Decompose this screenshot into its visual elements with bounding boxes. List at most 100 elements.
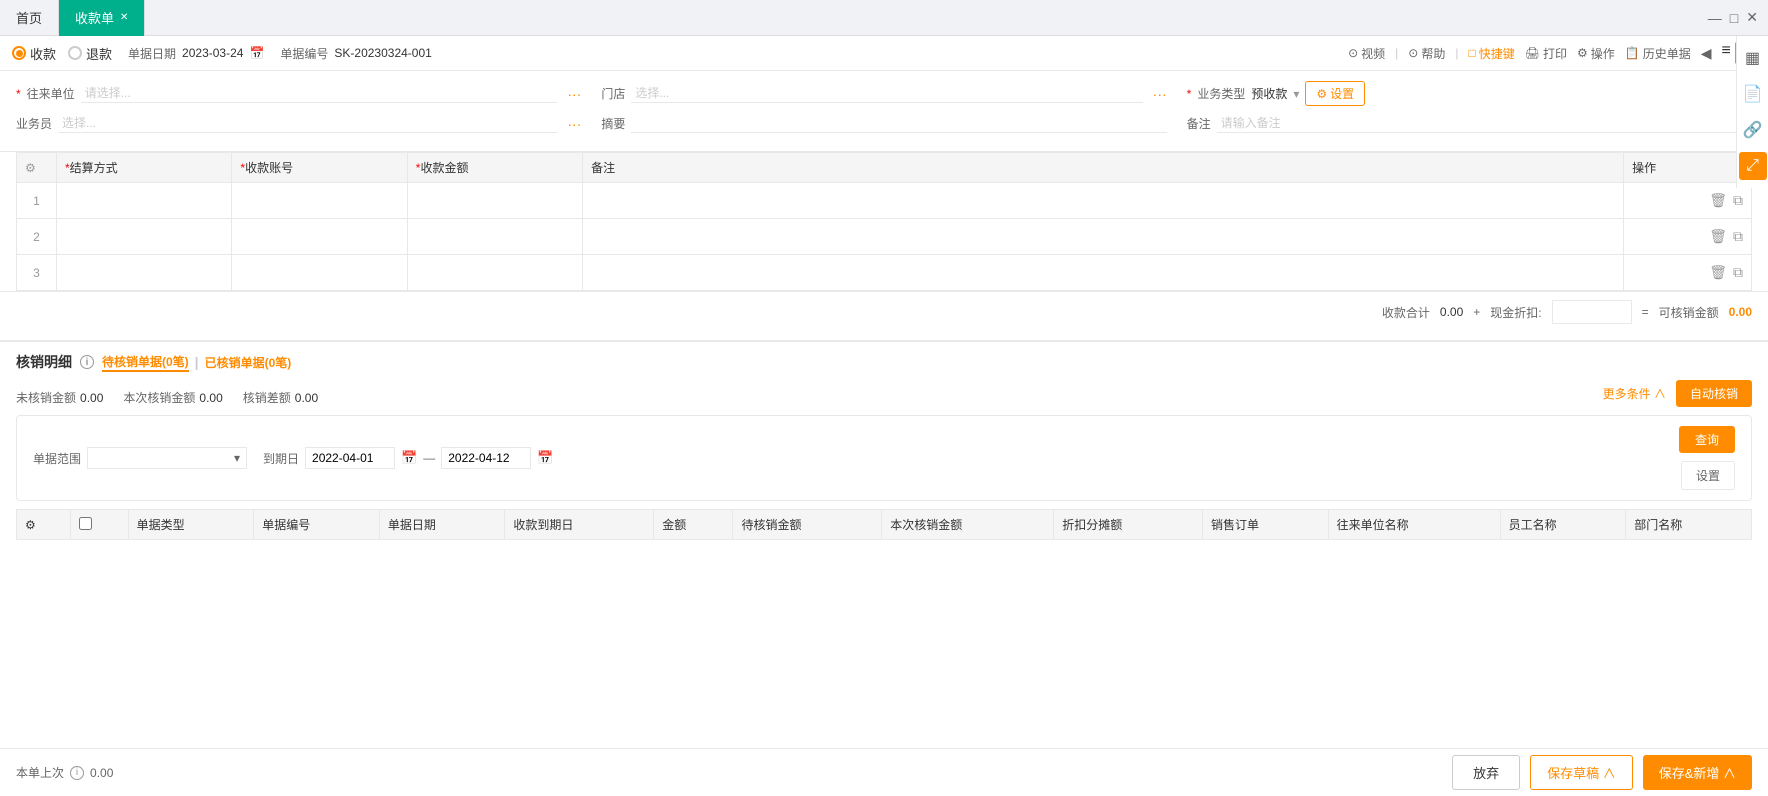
amount-1[interactable]: [407, 183, 582, 219]
tab-divider: |: [195, 354, 199, 370]
date-start-input[interactable]: [305, 447, 395, 469]
delete-row-3-icon[interactable]: 🗑: [1709, 264, 1727, 281]
tab-bar: 首页 收款单 ✕ — □ ✕: [0, 0, 1768, 36]
end-cal-icon[interactable]: 📅: [537, 450, 553, 466]
auto-verify-btn[interactable]: 自动核销: [1676, 380, 1752, 407]
this-label: 本次核销金额: [123, 389, 195, 406]
print-btn[interactable]: 🖨 打印: [1525, 45, 1567, 62]
help-btn[interactable]: ⊙ 帮助: [1408, 45, 1445, 62]
settings-btn[interactable]: ⚙ 设置: [1305, 81, 1365, 106]
bottom-table-header: ⚙ 单据类型 单据编号 单据日期 收款到期日 金额 待核销金额 本次核销金额 折…: [17, 510, 1752, 540]
bcol-amount: 金额: [654, 510, 733, 540]
verification-tabs: 待核销单据(0笔) | 已核销单据(0笔): [102, 353, 291, 372]
tab-home[interactable]: 首页: [0, 0, 59, 36]
payment-method-1[interactable]: [57, 183, 232, 219]
draft-btn[interactable]: 保存草稿 ∧: [1530, 755, 1633, 790]
note-2[interactable]: [583, 219, 1624, 255]
tab-home-label: 首页: [16, 8, 42, 27]
business-type-dropdown[interactable]: ▾: [1293, 87, 1299, 101]
delete-row-2-icon[interactable]: 🗑: [1709, 228, 1727, 245]
this-upper-label: 本单上次: [16, 764, 64, 781]
prev-arrow[interactable]: ◀: [1701, 45, 1712, 62]
video-btn[interactable]: ⊙ 视频: [1348, 45, 1385, 62]
staff-more-btn[interactable]: ···: [567, 116, 581, 132]
summary-field: 摘要: [601, 114, 1166, 133]
done-tab[interactable]: 已核销单据(0笔): [205, 354, 292, 371]
plus-sign: +: [1473, 305, 1480, 319]
start-cal-icon[interactable]: 📅: [401, 450, 417, 466]
this-value: 0.00: [199, 391, 222, 405]
counterpart-input[interactable]: [81, 84, 558, 103]
account-number-3[interactable]: [232, 255, 407, 291]
payment-method-2[interactable]: [57, 219, 232, 255]
note-3[interactable]: [583, 255, 1624, 291]
minimize-button[interactable]: —: [1708, 10, 1722, 26]
footer: 本单上次 i 0.00 放弃 保存草稿 ∧ 保存&新增 ∧: [0, 748, 1768, 796]
verification-info-icon[interactable]: i: [80, 355, 94, 369]
col-amount: *收款金额: [407, 153, 582, 183]
date-end-input[interactable]: [441, 447, 531, 469]
close-button[interactable]: ✕: [1746, 9, 1758, 26]
more-conditions-btn[interactable]: 更多条件 ∧: [1603, 385, 1666, 402]
counterpart-more-btn[interactable]: ···: [567, 86, 581, 102]
side-table-icon[interactable]: ▦: [1739, 44, 1767, 72]
summary-input[interactable]: [631, 114, 1166, 133]
filter-settings-btn[interactable]: 设置: [1681, 461, 1735, 490]
diff-label: 核销差额: [243, 389, 291, 406]
discard-btn[interactable]: 放弃: [1452, 755, 1520, 790]
store-field: 门店 ···: [601, 84, 1166, 103]
store-input[interactable]: [631, 84, 1142, 103]
unchecked-label: 未核销金额: [16, 389, 76, 406]
diff-value: 0.00: [295, 391, 318, 405]
shortcut-btn[interactable]: □ 快捷键: [1468, 45, 1514, 62]
query-btn[interactable]: 查询: [1679, 426, 1735, 453]
copy-row-1-icon[interactable]: ⧉: [1733, 192, 1743, 209]
save-btn[interactable]: 保存&新增 ∧: [1643, 755, 1752, 790]
date-value: 2023-03-24: [182, 46, 243, 60]
table-settings-icon[interactable]: ⚙: [25, 161, 36, 175]
discount-input[interactable]: [1552, 300, 1632, 324]
side-document-icon[interactable]: 📄: [1739, 80, 1767, 108]
date-field: 单据日期 2023-03-24 📅: [128, 45, 264, 62]
store-label: 门店: [601, 85, 625, 102]
bottom-table-gear-icon[interactable]: ⚙: [25, 518, 36, 532]
select-all-checkbox[interactable]: [79, 517, 92, 530]
date-sep: —: [423, 451, 435, 465]
store-more-btn[interactable]: ···: [1153, 86, 1167, 102]
account-number-2[interactable]: [232, 219, 407, 255]
list-view-icon[interactable]: ≡: [1722, 42, 1731, 64]
account-number-1[interactable]: [232, 183, 407, 219]
note-1[interactable]: [583, 183, 1624, 219]
side-link-icon[interactable]: 🔗: [1739, 116, 1767, 144]
range-select[interactable]: ▾: [87, 447, 247, 469]
business-type-value: 预收款: [1251, 85, 1287, 102]
action-3: 🗑 ⧉: [1624, 255, 1752, 291]
delete-row-1-icon[interactable]: 🗑: [1709, 192, 1727, 209]
toolbar: 收款 退款 单据日期 2023-03-24 📅 单据编号 SK-20230324…: [0, 36, 1768, 71]
discount-label: 现金折扣:: [1490, 304, 1541, 321]
staff-input[interactable]: [58, 114, 557, 133]
refund-radio-label: 退款: [86, 44, 112, 63]
tab-close-icon[interactable]: ✕: [120, 12, 128, 23]
side-expand-icon[interactable]: ⤢: [1739, 152, 1767, 180]
operation-btn[interactable]: ⚙ 操作: [1577, 45, 1615, 62]
copy-row-3-icon[interactable]: ⧉: [1733, 264, 1743, 281]
copy-row-2-icon[interactable]: ⧉: [1733, 228, 1743, 245]
tab-receipt[interactable]: 收款单 ✕: [59, 0, 145, 36]
amount-2[interactable]: [407, 219, 582, 255]
bcol-counterpart: 往来单位名称: [1328, 510, 1500, 540]
history-btn[interactable]: 📋 历史单据: [1625, 45, 1691, 62]
refund-radio[interactable]: 退款: [68, 44, 112, 63]
receipt-radio[interactable]: 收款: [12, 44, 56, 63]
note-input[interactable]: [1217, 114, 1752, 133]
pending-tab[interactable]: 待核销单据(0笔): [102, 353, 189, 372]
maximize-button[interactable]: □: [1730, 10, 1738, 26]
bottom-table-container: ⚙ 单据类型 单据编号 单据日期 收款到期日 金额 待核销金额 本次核销金额 折…: [16, 509, 1752, 540]
payment-method-3[interactable]: [57, 255, 232, 291]
table-row: 3 🗑 ⧉: [17, 255, 1752, 291]
calendar-icon[interactable]: 📅: [249, 46, 264, 60]
unchecked-stat: 未核销金额 0.00: [16, 389, 103, 406]
footer-info-icon[interactable]: i: [70, 766, 84, 780]
table-header-row: ⚙ *结算方式 *收款账号 *收款金额 备注 操作: [17, 153, 1752, 183]
amount-3[interactable]: [407, 255, 582, 291]
